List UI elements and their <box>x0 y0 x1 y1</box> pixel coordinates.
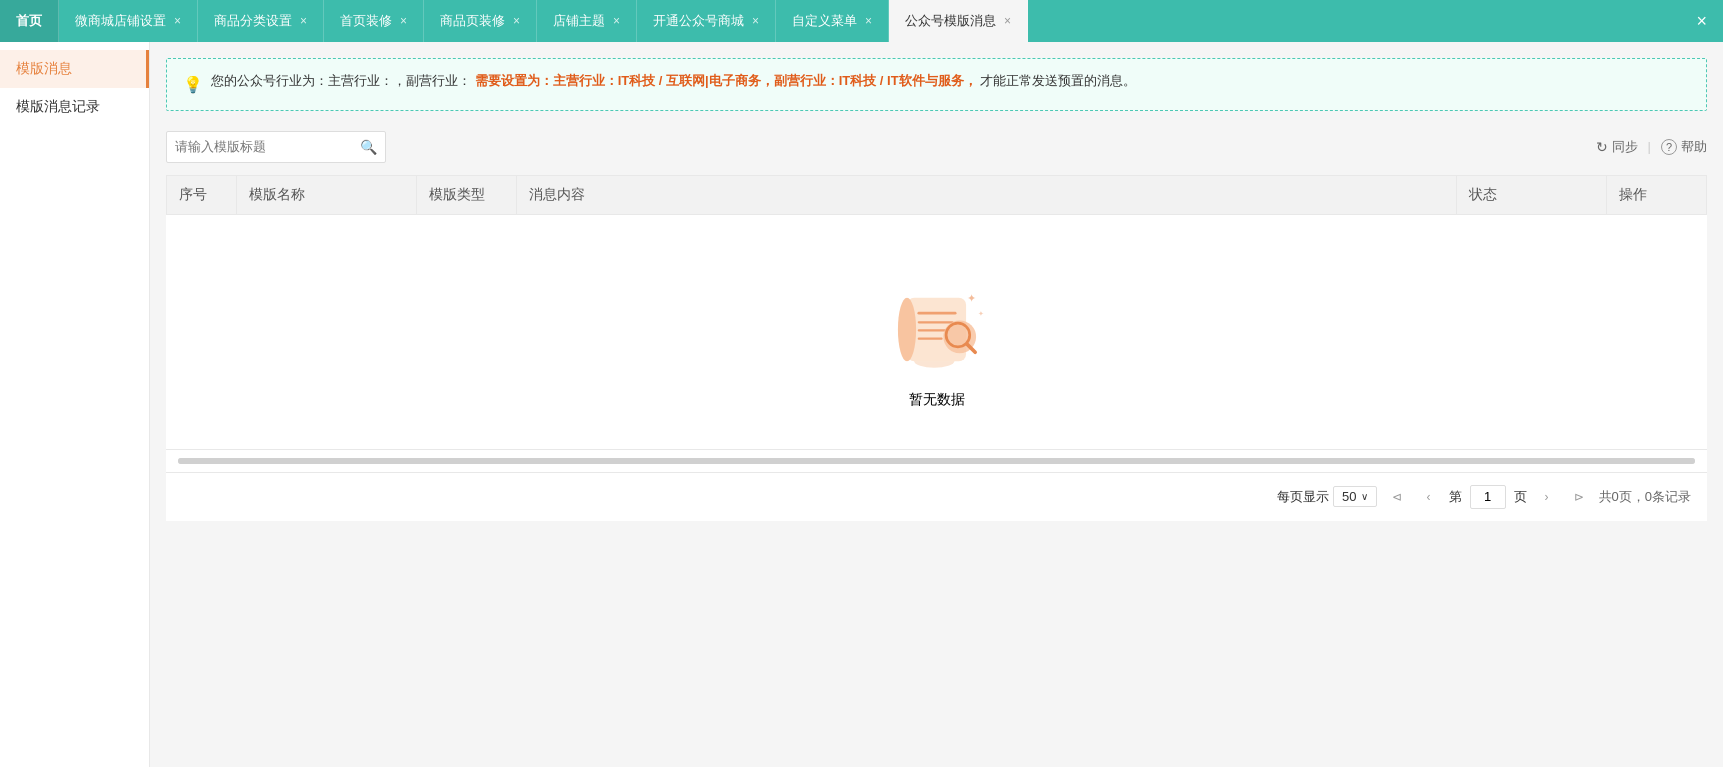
search-bar: 🔍 ↻ 同步 | ? 帮助 <box>166 131 1707 163</box>
sidebar-label-template-record: 模版消息记录 <box>16 98 100 114</box>
divider-v: | <box>1648 139 1651 154</box>
empty-state: ✦ ✦ 暂无数据 <box>166 215 1707 449</box>
tab-product-decor[interactable]: 商品页装修 × <box>424 0 537 42</box>
prev-page-button[interactable]: ‹ <box>1417 485 1441 509</box>
alert-prefix: 您的公众号行业为：主营行业：，副营行业： <box>211 73 471 88</box>
help-label: 帮助 <box>1681 138 1707 156</box>
tab-template-msg[interactable]: 公众号模版消息 × <box>889 0 1028 42</box>
alert-icon: 💡 <box>183 72 203 98</box>
tab-product-category-label: 商品分类设置 <box>214 12 292 30</box>
scrollbar-area <box>166 449 1707 472</box>
next-page-button[interactable]: › <box>1535 485 1559 509</box>
tab-home[interactable]: 首页 <box>0 0 59 42</box>
tab-custom-menu[interactable]: 自定义菜单 × <box>776 0 889 42</box>
page-size-value: 50 <box>1342 489 1356 504</box>
empty-text: 暂无数据 <box>909 391 965 409</box>
total-info: 共0页，0条记录 <box>1599 488 1691 506</box>
search-input[interactable] <box>175 139 360 154</box>
scrollbar-track[interactable] <box>178 458 1695 464</box>
col-header-index: 序号 <box>167 175 237 214</box>
tab-home-decor[interactable]: 首页装修 × <box>324 0 424 42</box>
col-header-content: 消息内容 <box>517 175 1457 214</box>
tab-custom-menu-close[interactable]: × <box>865 14 872 28</box>
col-header-status: 状态 <box>1457 175 1607 214</box>
alert-text: 您的公众号行业为：主营行业：，副营行业： 需要设置为：主营行业：IT科技 / 互… <box>211 71 1136 92</box>
alert-box: 💡 您的公众号行业为：主营行业：，副营行业： 需要设置为：主营行业：IT科技 /… <box>166 58 1707 111</box>
scrollbar-thumb[interactable] <box>178 458 1695 464</box>
col-header-action: 操作 <box>1607 175 1707 214</box>
data-table: 序号 模版名称 模版类型 消息内容 状态 <box>166 175 1707 215</box>
tab-wechat-shop-label: 微商城店铺设置 <box>75 12 166 30</box>
svg-text:✦: ✦ <box>967 292 976 304</box>
sidebar-label-template-msg: 模版消息 <box>16 60 72 76</box>
col-header-name: 模版名称 <box>237 175 417 214</box>
help-button[interactable]: ? 帮助 <box>1661 138 1707 156</box>
alert-suffix: 才能正常发送预置的消息。 <box>980 73 1136 88</box>
tab-wechat-shop-close[interactable]: × <box>174 14 181 28</box>
page-input[interactable] <box>1470 485 1506 509</box>
page-size-select: 每页显示 50 ∨ <box>1277 486 1376 507</box>
search-icon[interactable]: 🔍 <box>360 139 377 155</box>
tab-shop-theme-close[interactable]: × <box>613 14 620 28</box>
tab-product-category[interactable]: 商品分类设置 × <box>198 0 324 42</box>
first-page-button[interactable]: ⊲ <box>1385 485 1409 509</box>
sidebar-item-template-msg[interactable]: 模版消息 <box>0 50 149 88</box>
tab-home-decor-label: 首页装修 <box>340 12 392 30</box>
content-area: 💡 您的公众号行业为：主营行业：，副营行业： 需要设置为：主营行业：IT科技 /… <box>150 42 1723 767</box>
empty-illustration: ✦ ✦ <box>887 275 987 375</box>
page-label: 第 <box>1449 488 1462 506</box>
tab-product-decor-close[interactable]: × <box>513 14 520 28</box>
last-page-icon: ⊳ <box>1574 490 1584 504</box>
table-header-row: 序号 模版名称 模版类型 消息内容 状态 <box>167 175 1707 214</box>
main-layout: 模版消息 模版消息记录 💡 您的公众号行业为：主营行业：，副营行业： 需要设置为… <box>0 42 1723 767</box>
sync-label: 同步 <box>1612 138 1638 156</box>
prev-page-icon: ‹ <box>1427 490 1431 504</box>
table-container: 序号 模版名称 模版类型 消息内容 状态 <box>166 175 1707 521</box>
help-icon: ? <box>1661 139 1677 155</box>
tab-template-msg-close[interactable]: × <box>1004 14 1011 28</box>
tab-template-msg-label: 公众号模版消息 <box>905 12 996 30</box>
sync-button[interactable]: ↻ 同步 <box>1596 138 1638 156</box>
sidebar: 模版消息 模版消息记录 <box>0 42 150 767</box>
page-size-chevron-icon: ∨ <box>1361 491 1368 502</box>
pagination: 每页显示 50 ∨ ⊲ ‹ 第 页 › <box>166 472 1707 521</box>
last-page-button[interactable]: ⊳ <box>1567 485 1591 509</box>
search-input-wrap[interactable]: 🔍 <box>166 131 386 163</box>
svg-text:✦: ✦ <box>977 309 983 318</box>
svg-point-2 <box>897 297 915 361</box>
first-page-icon: ⊲ <box>1392 490 1402 504</box>
tab-shop-theme-label: 店铺主题 <box>553 12 605 30</box>
page-size-dropdown[interactable]: 50 ∨ <box>1333 486 1376 507</box>
search-actions: ↻ 同步 | ? 帮助 <box>1596 138 1707 156</box>
tab-open-mall-close[interactable]: × <box>752 14 759 28</box>
col-header-type: 模版类型 <box>417 175 517 214</box>
tab-shop-theme[interactable]: 店铺主题 × <box>537 0 637 42</box>
page-unit: 页 <box>1514 488 1527 506</box>
tab-open-mall-label: 开通公众号商城 <box>653 12 744 30</box>
next-page-icon: › <box>1545 490 1549 504</box>
tab-product-category-close[interactable]: × <box>300 14 307 28</box>
sidebar-item-template-record[interactable]: 模版消息记录 <box>0 88 149 126</box>
tab-wechat-shop[interactable]: 微商城店铺设置 × <box>59 0 198 42</box>
alert-highlight: 需要设置为：主营行业：IT科技 / 互联网|电子商务，副营行业：IT科技 / I… <box>475 73 977 88</box>
tab-home-decor-close[interactable]: × <box>400 14 407 28</box>
tab-open-mall[interactable]: 开通公众号商城 × <box>637 0 776 42</box>
global-close-btn[interactable]: × <box>1680 11 1723 32</box>
tab-home-label: 首页 <box>16 12 42 30</box>
tab-bar: 首页 微商城店铺设置 × 商品分类设置 × 首页装修 × 商品页装修 × 店铺主… <box>0 0 1723 42</box>
page-size-label: 每页显示 <box>1277 488 1329 506</box>
tab-custom-menu-label: 自定义菜单 <box>792 12 857 30</box>
tab-product-decor-label: 商品页装修 <box>440 12 505 30</box>
sync-icon: ↻ <box>1596 139 1608 155</box>
